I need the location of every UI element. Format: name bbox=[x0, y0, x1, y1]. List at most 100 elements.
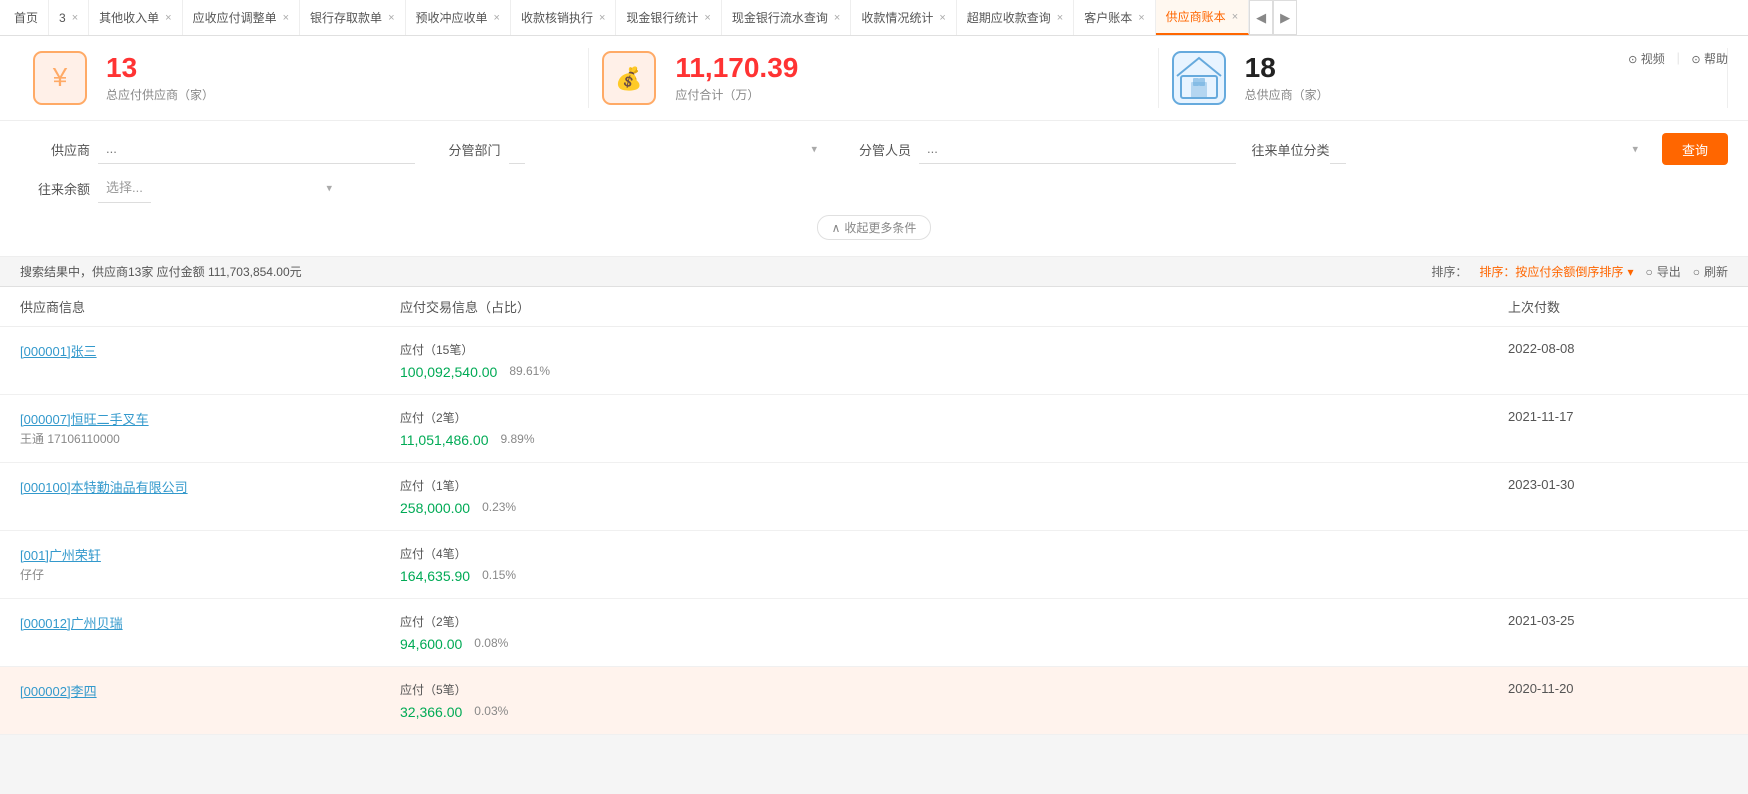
chevron-up-icon: ∧ bbox=[832, 221, 841, 235]
close-icon[interactable]: × bbox=[1138, 12, 1144, 24]
supplier-cell: [000012]广州贝瑞 bbox=[20, 613, 400, 632]
close-icon[interactable]: × bbox=[1232, 11, 1238, 23]
close-icon[interactable]: × bbox=[165, 12, 171, 24]
sort-label: 排序： bbox=[1431, 263, 1467, 280]
transaction-cell: 应付（4笔） 164,635.90 0.15% bbox=[400, 545, 1508, 584]
supplier-link[interactable]: [000007]恒旺二手叉车 bbox=[20, 412, 149, 427]
tx-row: 94,600.00 0.08% bbox=[400, 634, 1508, 652]
export-button[interactable]: ○ 导出 bbox=[1645, 263, 1680, 280]
nav-tab-cash-flow[interactable]: 现金银行流水查询 × bbox=[722, 0, 851, 35]
supplier-link[interactable]: [001]广州荣轩 bbox=[20, 548, 101, 563]
tx-amount[interactable]: 32,366.00 bbox=[400, 704, 462, 720]
supplier-link[interactable]: [000012]广州贝瑞 bbox=[20, 616, 123, 631]
stat-num-total-suppliers: 18 bbox=[1245, 54, 1329, 82]
nav-tab-collection-stat[interactable]: 收款情况统计 × bbox=[851, 0, 956, 35]
close-icon[interactable]: × bbox=[939, 12, 945, 24]
last-pay-date: 2021-11-17 bbox=[1508, 409, 1574, 424]
help-link[interactable]: ⊙ 帮助 bbox=[1691, 52, 1728, 66]
table-row: [000100]本特勤油品有限公司 应付（1笔） 258,000.00 0.23… bbox=[0, 463, 1748, 531]
tx-pct: 9.89% bbox=[501, 432, 535, 446]
tx-pct: 89.61% bbox=[509, 364, 550, 378]
nav-tab-supplier-ledger[interactable]: 供应商账本 × bbox=[1156, 0, 1249, 35]
supplier-input[interactable] bbox=[98, 134, 415, 164]
nav-tab-home[interactable]: 首页 bbox=[4, 0, 49, 35]
dept-label: 分管部门 bbox=[431, 140, 501, 159]
nav-prev-arrow[interactable]: ◀ bbox=[1249, 0, 1273, 35]
tx-label: 应付（5笔） bbox=[400, 681, 1508, 698]
svg-text:💰: 💰 bbox=[616, 66, 643, 92]
result-summary: 搜索结果中，供应商13家 应付金额 111,703,854.00元 bbox=[20, 263, 302, 280]
col-header-transaction: 应付交易信息（占比） bbox=[400, 297, 1508, 316]
nav-tab-collection-exec[interactable]: 收款核销执行 × bbox=[511, 0, 616, 35]
category-select[interactable] bbox=[1330, 134, 1346, 164]
tx-row: 32,366.00 0.03% bbox=[400, 702, 1508, 720]
tx-amount[interactable]: 11,051,486.00 bbox=[400, 432, 489, 448]
last-pay-cell: 2023-01-30 bbox=[1508, 477, 1728, 492]
collapse-button[interactable]: ∧ 收起更多条件 bbox=[817, 215, 932, 240]
refresh-icon: ○ bbox=[1693, 265, 1700, 279]
tx-pct: 0.15% bbox=[482, 568, 516, 582]
close-icon[interactable]: × bbox=[834, 12, 840, 24]
filter-item-supplier: 供应商 bbox=[20, 134, 415, 164]
tx-row: 100,092,540.00 89.61% bbox=[400, 362, 1508, 380]
balance-label: 往来余额 bbox=[20, 179, 90, 198]
tx-row: 11,051,486.00 9.89% bbox=[400, 430, 1508, 448]
nav-tab-advance-receipt[interactable]: 预收冲应收单 × bbox=[406, 0, 511, 35]
query-button[interactable]: 查询 bbox=[1662, 133, 1728, 165]
nav-tab-overdue-ar[interactable]: 超期应收款查询 × bbox=[957, 0, 1074, 35]
close-icon[interactable]: × bbox=[72, 12, 78, 24]
nav-tab-3[interactable]: 3 × bbox=[49, 0, 89, 35]
result-bar: 搜索结果中，供应商13家 应付金额 111,703,854.00元 排序： 排序… bbox=[0, 257, 1748, 287]
supplier-cell: [001]广州荣轩 仔仔 bbox=[20, 545, 400, 583]
supplier-link[interactable]: [000002]李四 bbox=[20, 684, 97, 699]
nav-next-arrow[interactable]: ▶ bbox=[1273, 0, 1297, 35]
close-icon[interactable]: × bbox=[283, 12, 289, 24]
refresh-button[interactable]: ○ 刷新 bbox=[1693, 263, 1728, 280]
stat-block-payable-total: 💰 11,170.39 应付合计（万） bbox=[589, 48, 1158, 108]
filter-item-balance: 往来余额 选择... ▾ bbox=[20, 173, 340, 203]
stat-num-payable-suppliers: 13 bbox=[106, 54, 214, 82]
supplier-link[interactable]: [000100]本特勤油品有限公司 bbox=[20, 480, 188, 495]
filter-item-category: 往来单位分类 ▾ bbox=[1252, 134, 1647, 164]
tx-amount[interactable]: 94,600.00 bbox=[400, 636, 462, 652]
tx-pct: 0.08% bbox=[474, 636, 508, 650]
close-icon[interactable]: × bbox=[494, 12, 500, 24]
tx-amount[interactable]: 258,000.00 bbox=[400, 500, 470, 516]
tx-row: 164,635.90 0.15% bbox=[400, 566, 1508, 584]
result-actions: 排序： 排序：按应付余额倒序排序 ▾ ○ 导出 ○ 刷新 bbox=[1431, 263, 1728, 280]
collapse-bar: ∧ 收起更多条件 bbox=[20, 211, 1728, 248]
nav-tab-cash-stat[interactable]: 现金银行统计 × bbox=[616, 0, 721, 35]
last-pay-cell: 2021-11-17 bbox=[1508, 409, 1728, 424]
dept-select[interactable] bbox=[509, 134, 525, 164]
close-icon[interactable]: × bbox=[599, 12, 605, 24]
close-icon[interactable]: × bbox=[704, 12, 710, 24]
video-link[interactable]: ⊙ 视频 bbox=[1628, 52, 1668, 66]
supplier-label: 供应商 bbox=[20, 140, 90, 159]
transaction-cell: 应付（2笔） 94,600.00 0.08% bbox=[400, 613, 1508, 652]
filter-row-2: 往来余额 选择... ▾ bbox=[20, 173, 1728, 203]
sort-select[interactable]: 排序：按应付余额倒序排序 ▾ bbox=[1479, 263, 1633, 280]
tx-amount[interactable]: 164,635.90 bbox=[400, 568, 470, 584]
svg-text:¥: ¥ bbox=[52, 62, 68, 92]
supplier-link[interactable]: [000001]张三 bbox=[20, 344, 97, 359]
nav-tab-bank-deposit[interactable]: 银行存取款单 × bbox=[300, 0, 405, 35]
stat-num-payable-total: 11,170.39 bbox=[675, 54, 798, 82]
tx-row: 258,000.00 0.23% bbox=[400, 498, 1508, 516]
balance-select[interactable]: 选择... bbox=[98, 173, 151, 203]
last-pay-date: 2023-01-30 bbox=[1508, 477, 1575, 492]
tx-amount[interactable]: 100,092,540.00 bbox=[400, 364, 497, 380]
table-header: 供应商信息 应付交易信息（占比） 上次付数 bbox=[0, 287, 1748, 327]
nav-tab-ar-adjustment[interactable]: 应收应付调整单 × bbox=[183, 0, 300, 35]
close-icon[interactable]: × bbox=[1057, 12, 1063, 24]
data-table: 供应商信息 应付交易信息（占比） 上次付数 [000001]张三 应付（15笔）… bbox=[0, 287, 1748, 735]
stat-label-payable-suppliers: 总应付供应商（家） bbox=[106, 86, 214, 103]
nav-tab-customer-ledger[interactable]: 客户账本 × bbox=[1074, 0, 1155, 35]
person-input[interactable] bbox=[919, 134, 1236, 164]
chevron-down-icon: ▾ bbox=[1632, 143, 1638, 156]
table-row: [000002]李四 应付（5笔） 32,366.00 0.03% 2020-1… bbox=[0, 667, 1748, 735]
tx-pct: 0.03% bbox=[474, 704, 508, 718]
table-row: [001]广州荣轩 仔仔 应付（4笔） 164,635.90 0.15% bbox=[0, 531, 1748, 599]
nav-tab-other-income[interactable]: 其他收入单 × bbox=[89, 0, 182, 35]
close-icon[interactable]: × bbox=[388, 12, 394, 24]
supplier-cell: [000007]恒旺二手叉车 王通 17106110000 bbox=[20, 409, 400, 447]
